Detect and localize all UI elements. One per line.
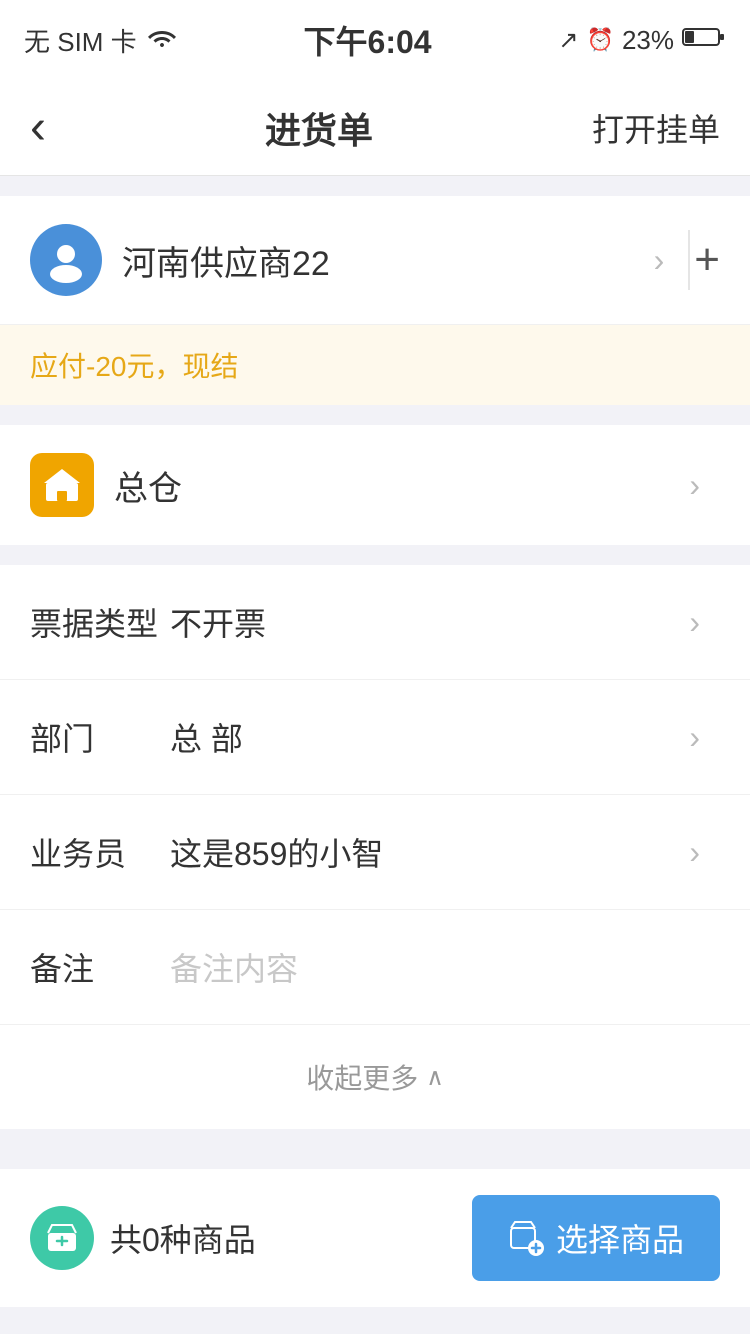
signal-text: 无 SIM 卡	[24, 22, 137, 59]
location-icon: ↗	[558, 26, 578, 55]
warehouse-label: 总仓	[114, 461, 689, 510]
invoice-row[interactable]: 票据类型 不开票 ›	[0, 565, 750, 679]
status-time: 下午6:04	[304, 17, 432, 63]
invoice-label: 票据类型	[30, 599, 170, 645]
supplier-row[interactable]: 河南供应商22 › +	[0, 196, 750, 325]
open-pending-button[interactable]: 打开挂单	[592, 105, 720, 151]
dept-chevron-icon: ›	[689, 719, 700, 756]
sales-label: 业务员	[30, 829, 170, 875]
nav-bar: ‹ 进货单 打开挂单	[0, 80, 750, 176]
dept-value: 总 部	[170, 714, 689, 760]
form-card: 票据类型 不开票 › 部门 总 部 › 业务员 这是859的小智 › 备注 备注…	[0, 565, 750, 1129]
page-title: 进货单	[265, 102, 373, 154]
collapse-button[interactable]: 收起更多 ∧	[0, 1024, 750, 1129]
warehouse-icon	[30, 453, 94, 517]
product-icon	[30, 1206, 94, 1270]
dept-row[interactable]: 部门 总 部 ›	[0, 679, 750, 794]
dept-label: 部门	[30, 714, 170, 760]
battery-text: 23%	[622, 25, 674, 56]
warehouse-chevron-icon: ›	[689, 467, 700, 504]
select-product-label: 选择商品	[556, 1215, 684, 1261]
sales-value: 这是859的小智	[170, 829, 689, 875]
warehouse-row[interactable]: 总仓 ›	[0, 425, 750, 545]
notice-text: 应付-20元，现结	[30, 351, 238, 382]
status-left: 无 SIM 卡	[24, 22, 177, 59]
supplier-chevron-icon: ›	[654, 242, 665, 279]
notice-banner: 应付-20元，现结	[0, 325, 750, 405]
remark-input[interactable]: 备注内容	[170, 944, 720, 990]
sales-row[interactable]: 业务员 这是859的小智 ›	[0, 794, 750, 909]
warehouse-card: 总仓 ›	[0, 425, 750, 545]
sales-chevron-icon: ›	[689, 834, 700, 871]
supplier-avatar	[30, 224, 102, 296]
gap-1	[0, 176, 750, 196]
collapse-arrow-icon: ∧	[426, 1063, 444, 1092]
product-count-wrap: 共0种商品	[30, 1206, 256, 1270]
gap-3	[0, 545, 750, 565]
gap-4	[0, 1129, 750, 1149]
select-product-button[interactable]: 选择商品	[472, 1195, 720, 1281]
divider	[688, 230, 690, 290]
collapse-label: 收起更多	[306, 1057, 418, 1097]
invoice-value: 不开票	[170, 599, 689, 645]
battery-icon	[682, 25, 726, 56]
remark-label: 备注	[30, 944, 170, 990]
back-button[interactable]: ‹	[30, 104, 46, 152]
bottom-section: 共0种商品 选择商品	[0, 1169, 750, 1307]
invoice-chevron-icon: ›	[689, 604, 700, 641]
supplier-name: 河南供应商22	[122, 236, 654, 285]
wifi-icon	[147, 25, 177, 56]
supplier-card: 河南供应商22 › + 应付-20元，现结	[0, 196, 750, 405]
add-supplier-button[interactable]: +	[694, 238, 720, 282]
supplier-actions: › +	[654, 230, 720, 290]
alarm-icon: ⏰	[587, 27, 614, 53]
product-count-text: 共0种商品	[110, 1215, 256, 1261]
status-bar: 无 SIM 卡 下午6:04 ↗ ⏰ 23%	[0, 0, 750, 80]
gap-2	[0, 405, 750, 425]
remark-row[interactable]: 备注 备注内容	[0, 909, 750, 1024]
status-right: ↗ ⏰ 23%	[558, 25, 726, 56]
